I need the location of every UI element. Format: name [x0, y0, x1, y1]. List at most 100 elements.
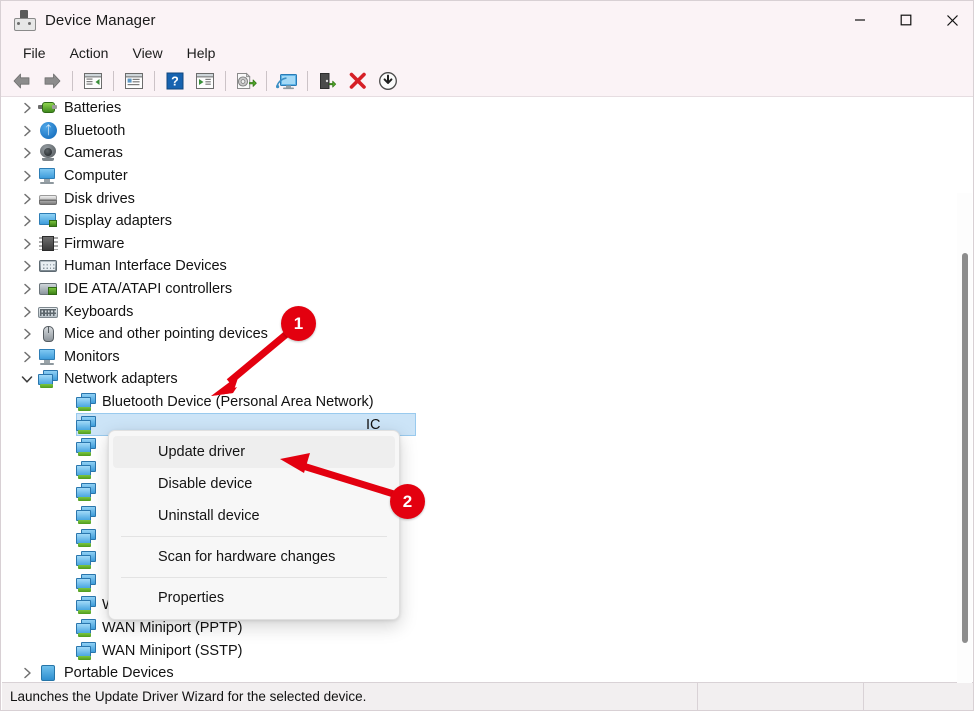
tree-item-label: Portable Devices [64, 665, 174, 682]
tree-item-monitors[interactable]: Monitors [2, 346, 952, 369]
portable-device-icon [38, 664, 59, 682]
tree-item-batteries[interactable]: Batteries [2, 97, 952, 120]
context-menu-properties[interactable]: Properties [113, 582, 395, 614]
update-driver-software-icon [237, 72, 257, 89]
chevron-right-icon[interactable] [16, 193, 38, 205]
tree-item-label: Batteries [64, 100, 122, 117]
human-interface-device-icon [38, 257, 59, 275]
network-adapter-icon [76, 393, 97, 412]
maximize-icon [900, 14, 912, 26]
chevron-right-icon[interactable] [16, 102, 38, 114]
tree-item-ide-controllers[interactable]: IDE ATA/ATAPI controllers [2, 278, 952, 301]
svg-text:?: ? [171, 75, 179, 89]
tree-item-human-interface-devices[interactable]: Human Interface Devices [2, 255, 952, 278]
menu-action[interactable]: Action [58, 42, 121, 64]
chevron-right-icon[interactable] [16, 170, 38, 182]
scan-for-hardware-changes-button[interactable] [272, 68, 302, 95]
toolbar-separator [225, 71, 226, 91]
tree-item-label: Bluetooth Device (Personal Area Network) [102, 394, 374, 411]
menu-help[interactable]: Help [175, 42, 228, 64]
network-adapter-icon [76, 641, 97, 660]
network-adapter-icon [76, 483, 97, 502]
network-adapter-icon [76, 505, 97, 524]
menu-view[interactable]: View [120, 42, 174, 64]
chevron-right-icon[interactable] [16, 238, 38, 250]
context-menu-scan-for-hardware-changes[interactable]: Scan for hardware changes [113, 541, 395, 573]
update-driver-icon [379, 72, 397, 90]
uninstall-device-icon [349, 72, 366, 89]
tree-item-cameras[interactable]: Cameras [2, 142, 952, 165]
forward-button[interactable] [37, 68, 67, 95]
device-manager-icon [13, 9, 36, 31]
tree-item-label: Keyboards [64, 303, 134, 320]
context-menu-separator [121, 536, 387, 537]
network-adapter-icon [76, 415, 97, 434]
network-adapter-icon [76, 551, 97, 570]
enable-device-button[interactable] [313, 68, 343, 95]
show-hide-console-tree-button[interactable] [78, 68, 108, 95]
properties-icon [125, 73, 143, 89]
tree-item-label: WAN Miniport (SSTP) [102, 642, 243, 659]
chevron-right-icon[interactable] [16, 306, 38, 318]
tree-item-mice[interactable]: Mice and other pointing devices [2, 323, 952, 346]
network-adapter-icon [76, 460, 97, 479]
tree-item-label: Display adapters [64, 213, 172, 230]
chevron-right-icon[interactable] [16, 215, 38, 227]
close-button[interactable] [929, 1, 973, 39]
firmware-icon [38, 235, 59, 253]
tree-item-wan-miniport-sstp[interactable]: WAN Miniport (SSTP) [2, 639, 952, 662]
computer-icon [38, 167, 59, 185]
status-pane-1 [697, 683, 863, 710]
status-bar: Launches the Update Driver Wizard for th… [2, 682, 973, 710]
tree-item-firmware[interactable]: Firmware [2, 233, 952, 256]
menu-file[interactable]: File [11, 42, 58, 64]
tree-item-label: Computer [64, 168, 128, 185]
tree-item-display-adapters[interactable]: Display adapters [2, 210, 952, 233]
tree-item-keyboards[interactable]: Keyboards [2, 300, 952, 323]
uninstall-device-button[interactable] [343, 68, 373, 95]
chevron-right-icon[interactable] [16, 667, 38, 679]
chevron-right-icon[interactable] [16, 328, 38, 340]
display-adapter-icon [38, 212, 59, 230]
chevron-right-icon[interactable] [16, 351, 38, 363]
tree-item-computer[interactable]: Computer [2, 165, 952, 188]
forward-arrow-icon [44, 73, 61, 89]
context-menu-uninstall-device[interactable]: Uninstall device [113, 500, 395, 532]
toolbar-separator [113, 71, 114, 91]
camera-icon [38, 144, 59, 162]
chevron-down-icon[interactable] [16, 375, 38, 384]
vertical-scrollbar[interactable] [957, 193, 972, 683]
properties-button[interactable] [119, 68, 149, 95]
update-driver-software-button[interactable] [231, 68, 261, 95]
network-adapter-icon [76, 438, 97, 457]
title-bar: Device Manager [1, 1, 973, 39]
update-driver-button[interactable] [373, 68, 403, 95]
minimize-button[interactable] [837, 1, 883, 39]
show-hidden-devices-button[interactable] [190, 68, 220, 95]
mouse-icon [38, 325, 59, 343]
chevron-right-icon[interactable] [16, 260, 38, 272]
chevron-right-icon[interactable] [16, 125, 38, 137]
back-button[interactable] [7, 68, 37, 95]
keyboard-icon [38, 303, 59, 321]
context-menu-disable-device[interactable]: Disable device [113, 468, 395, 500]
battery-icon [38, 99, 59, 117]
context-menu-update-driver[interactable]: Update driver [113, 436, 395, 468]
chevron-right-icon[interactable] [16, 283, 38, 295]
help-icon: ? [166, 72, 184, 90]
status-pane-2 [863, 683, 973, 710]
show-hide-console-tree-icon [84, 73, 102, 89]
tree-item-network-adapters[interactable]: Network adapters [2, 368, 952, 391]
tree-item-disk-drives[interactable]: Disk drives [2, 187, 952, 210]
tree-item-portable-devices[interactable]: Portable Devices [2, 662, 952, 683]
chevron-right-icon[interactable] [16, 147, 38, 159]
maximize-button[interactable] [883, 1, 929, 39]
disk-drive-icon [38, 190, 59, 208]
help-button[interactable]: ? [160, 68, 190, 95]
tree-item-bluetooth-pan[interactable]: Bluetooth Device (Personal Area Network) [2, 391, 952, 414]
tree-item-bluetooth[interactable]: ᛏ Bluetooth [2, 120, 952, 143]
toolbar-separator [266, 71, 267, 91]
tree-item-wan-miniport-pptp[interactable]: WAN Miniport (PPTP) [2, 617, 952, 640]
scan-for-hardware-changes-icon [276, 73, 297, 89]
vertical-scrollbar-thumb[interactable] [962, 253, 968, 643]
